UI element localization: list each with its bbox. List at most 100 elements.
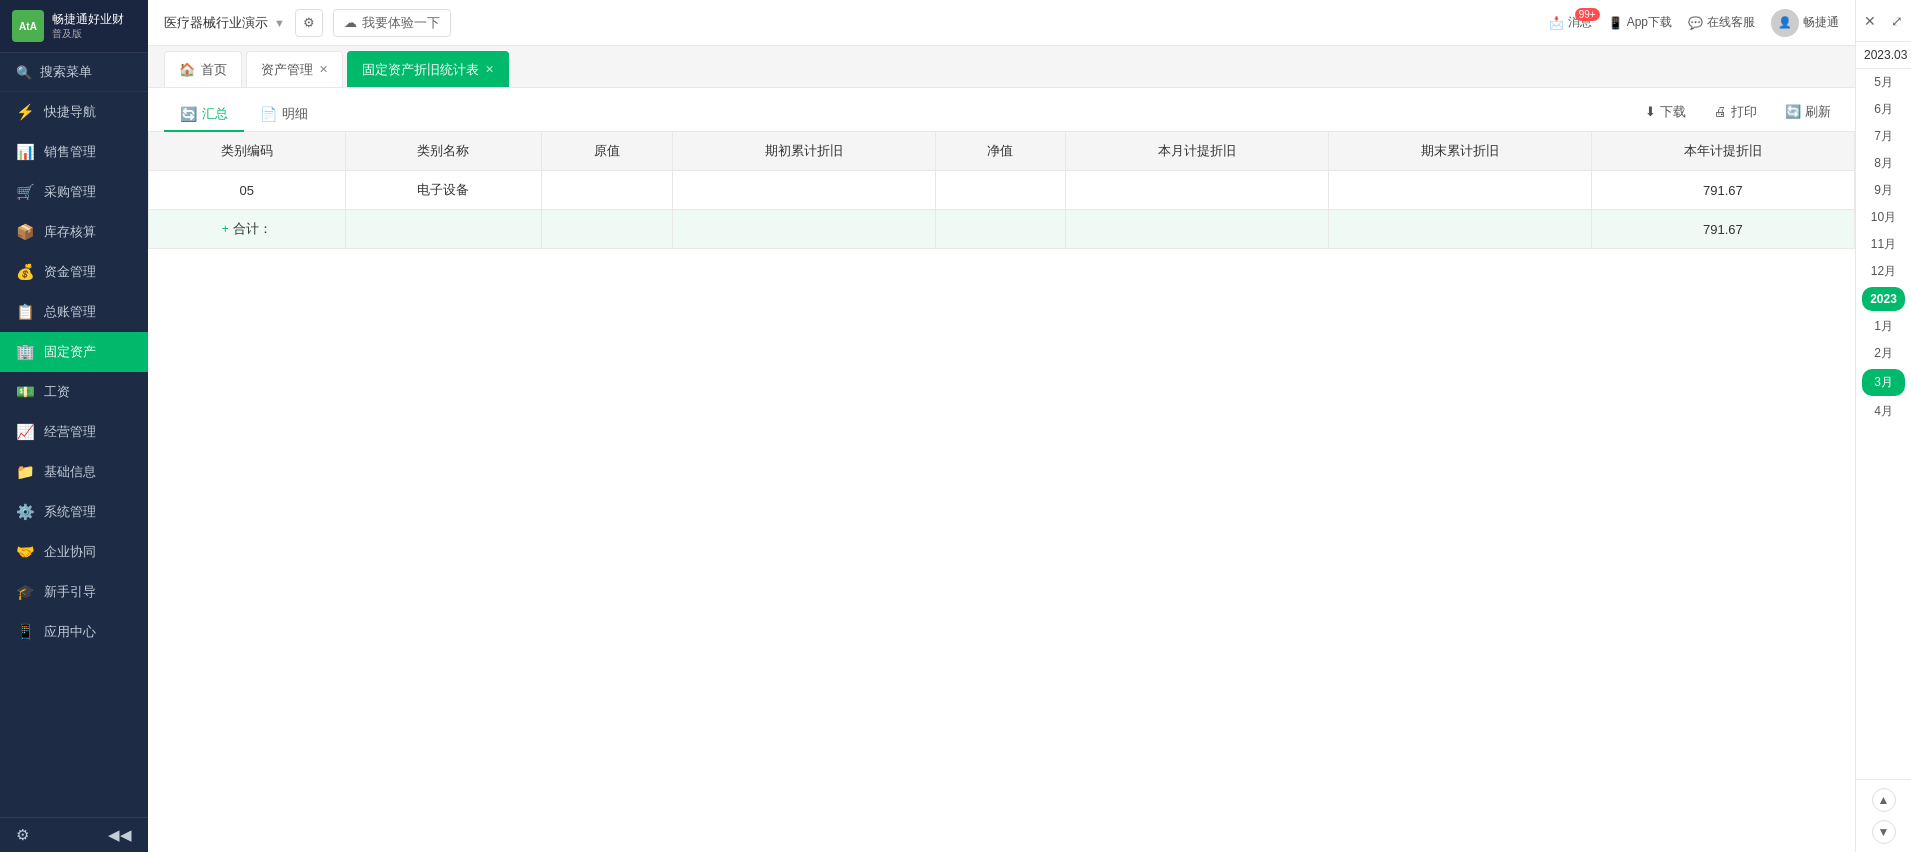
cell-period-end: [1328, 171, 1591, 210]
month-6[interactable]: 6月: [1856, 96, 1911, 123]
quicknav-label: 快捷导航: [44, 103, 96, 121]
fixed-assets-icon: 🏢: [16, 343, 34, 361]
payroll-icon: 💵: [16, 383, 34, 401]
sidebar-bottom: ⚙ ◀◀: [0, 817, 148, 852]
table-row: 05 电子设备 791.67: [149, 171, 1855, 210]
sidebar-logo: AtA 畅捷通好业财 普及版: [0, 0, 148, 53]
sidebar-label-payroll: 工资: [44, 383, 70, 401]
sidebar-item-basic-info[interactable]: 📁 基础信息: [0, 452, 148, 492]
settings-bottom-icon[interactable]: ⚙: [16, 826, 29, 844]
right-panel-down-btn[interactable]: ▼: [1872, 820, 1896, 844]
cell-net: [935, 171, 1065, 210]
user-avatar: 👤: [1771, 9, 1799, 37]
col-header-period-end: 期末累计折旧: [1328, 132, 1591, 171]
tab-depreciation[interactable]: 固定资产折旧统计表 ✕: [347, 51, 509, 87]
col-header-name: 类别名称: [345, 132, 542, 171]
sidebar-item-sales[interactable]: 📊 销售管理: [0, 132, 148, 172]
total-expand-icon[interactable]: +: [222, 222, 229, 236]
sidebar-item-ledger[interactable]: 📋 总账管理: [0, 292, 148, 332]
print-btn[interactable]: 🖨 打印: [1706, 100, 1765, 124]
sidebar-item-system[interactable]: ⚙️ 系统管理: [0, 492, 148, 532]
month-3-active[interactable]: 3月: [1862, 369, 1905, 396]
cell-initial-accum: [672, 171, 935, 210]
sidebar-label-system: 系统管理: [44, 503, 96, 521]
notifications-btn[interactable]: 📩 消息 99+: [1549, 14, 1592, 31]
refresh-icon: 🔄: [1785, 104, 1801, 119]
company-selector[interactable]: 医疗器械行业演示 ▼: [164, 14, 285, 32]
tab-depreciation-label: 固定资产折旧统计表: [362, 61, 479, 79]
tab-home-label: 首页: [201, 61, 227, 79]
month-10[interactable]: 10月: [1856, 204, 1911, 231]
user-label: 畅捷通: [1803, 14, 1839, 31]
month-7[interactable]: 7月: [1856, 123, 1911, 150]
refresh-btn[interactable]: 🔄 刷新: [1777, 100, 1839, 124]
sidebar-item-quicknav[interactable]: ⚡ 快捷导航: [0, 92, 148, 132]
sidebar-label-fixed-assets: 固定资产: [44, 343, 96, 361]
inventory-icon: 📦: [16, 223, 34, 241]
sidebar-label-inventory: 库存核算: [44, 223, 96, 241]
table-total-row: + 合计： 791.67: [149, 210, 1855, 249]
sidebar-label-enterprise: 企业协同: [44, 543, 96, 561]
user-avatar-icon: 👤: [1778, 16, 1792, 29]
toolbar: ⬇ 下载 🖨 打印 🔄 刷新: [1637, 100, 1839, 130]
sub-tabs-bar: 🔄 汇总 📄 明细 ⬇ 下载 🖨 打印 🔄 刷新: [148, 88, 1855, 132]
month-9[interactable]: 9月: [1856, 177, 1911, 204]
purchase-icon: 🛒: [16, 183, 34, 201]
user-menu[interactable]: 👤 畅捷通: [1771, 9, 1839, 37]
download-btn[interactable]: ⬇ 下载: [1637, 100, 1694, 124]
sidebar-item-inventory[interactable]: 📦 库存核算: [0, 212, 148, 252]
right-panel-close-btn[interactable]: ✕: [1864, 13, 1876, 29]
sidebar-item-operations[interactable]: 📈 经营管理: [0, 412, 148, 452]
quicknav-icon: ⚡: [16, 103, 34, 121]
sidebar-scroll: 📊 销售管理 🛒 采购管理 📦 库存核算 💰 资金管理 📋 总账管理 🏢 固定资…: [0, 132, 148, 817]
sidebar-label-ledger: 总账管理: [44, 303, 96, 321]
tab-asset-mgmt[interactable]: 资产管理 ✕: [246, 51, 343, 87]
col-header-monthly: 本月计提折旧: [1065, 132, 1328, 171]
month-11[interactable]: 11月: [1856, 231, 1911, 258]
detail-tab-icon: 📄: [260, 106, 277, 122]
basic-info-icon: 📁: [16, 463, 34, 481]
sidebar-label-funds: 资金管理: [44, 263, 96, 281]
sidebar-item-app-center[interactable]: 📱 应用中心: [0, 612, 148, 652]
month-5[interactable]: 5月: [1856, 69, 1911, 96]
sub-tab-detail[interactable]: 📄 明细: [244, 98, 324, 132]
cell-monthly: [1065, 171, 1328, 210]
right-panel-up-btn[interactable]: ▲: [1872, 788, 1896, 812]
total-label-cell: + 合计：: [149, 210, 346, 249]
topbar: 医疗器械行业演示 ▼ ⚙ ☁ 我要体验一下 📩 消息 99+ 📱 App下载 💬…: [148, 0, 1855, 46]
month-1[interactable]: 1月: [1856, 313, 1911, 340]
right-panel: ✕ ⤢ 2023.03 5月 6月 7月 8月 9月 10月 11月 12月 2…: [1855, 0, 1911, 852]
total-annual: 791.67: [1591, 210, 1854, 249]
app-download-icon: 📱: [1608, 16, 1623, 30]
month-2[interactable]: 2月: [1856, 340, 1911, 367]
tab-asset-mgmt-close[interactable]: ✕: [319, 63, 328, 76]
sidebar-item-fixed-assets[interactable]: 🏢 固定资产: [0, 332, 148, 372]
enterprise-icon: 🤝: [16, 543, 34, 561]
sidebar-item-enterprise[interactable]: 🤝 企业协同: [0, 532, 148, 572]
experience-btn[interactable]: ☁ 我要体验一下: [333, 9, 451, 37]
sub-tab-summary[interactable]: 🔄 汇总: [164, 98, 244, 132]
sidebar-label-basic-info: 基础信息: [44, 463, 96, 481]
sidebar-item-guide[interactable]: 🎓 新手引导: [0, 572, 148, 612]
sidebar-label-app-center: 应用中心: [44, 623, 96, 641]
sub-tab-summary-label: 汇总: [202, 105, 228, 123]
collapse-sidebar-icon[interactable]: ◀◀: [108, 826, 132, 844]
sidebar-item-payroll[interactable]: 💵 工资: [0, 372, 148, 412]
sidebar-search[interactable]: 🔍 搜索菜单: [0, 53, 148, 92]
sidebar-item-funds[interactable]: 💰 资金管理: [0, 252, 148, 292]
total-net: [935, 210, 1065, 249]
sidebar-item-purchase[interactable]: 🛒 采购管理: [0, 172, 148, 212]
app-download-btn[interactable]: 📱 App下载: [1608, 14, 1672, 31]
month-12[interactable]: 12月: [1856, 258, 1911, 285]
notifications-icon: 📩: [1549, 16, 1564, 30]
col-header-net: 净值: [935, 132, 1065, 171]
right-panel-expand-btn[interactable]: ⤢: [1891, 13, 1903, 29]
topbar-settings-btn[interactable]: ⚙: [295, 9, 323, 37]
search-icon: 🔍: [16, 65, 32, 80]
month-4[interactable]: 4月: [1856, 398, 1911, 425]
tab-home[interactable]: 🏠 首页: [164, 51, 242, 87]
month-8[interactable]: 8月: [1856, 150, 1911, 177]
online-service-btn[interactable]: 💬 在线客服: [1688, 14, 1755, 31]
tab-depreciation-close[interactable]: ✕: [485, 63, 494, 76]
summary-tab-icon: 🔄: [180, 106, 197, 122]
